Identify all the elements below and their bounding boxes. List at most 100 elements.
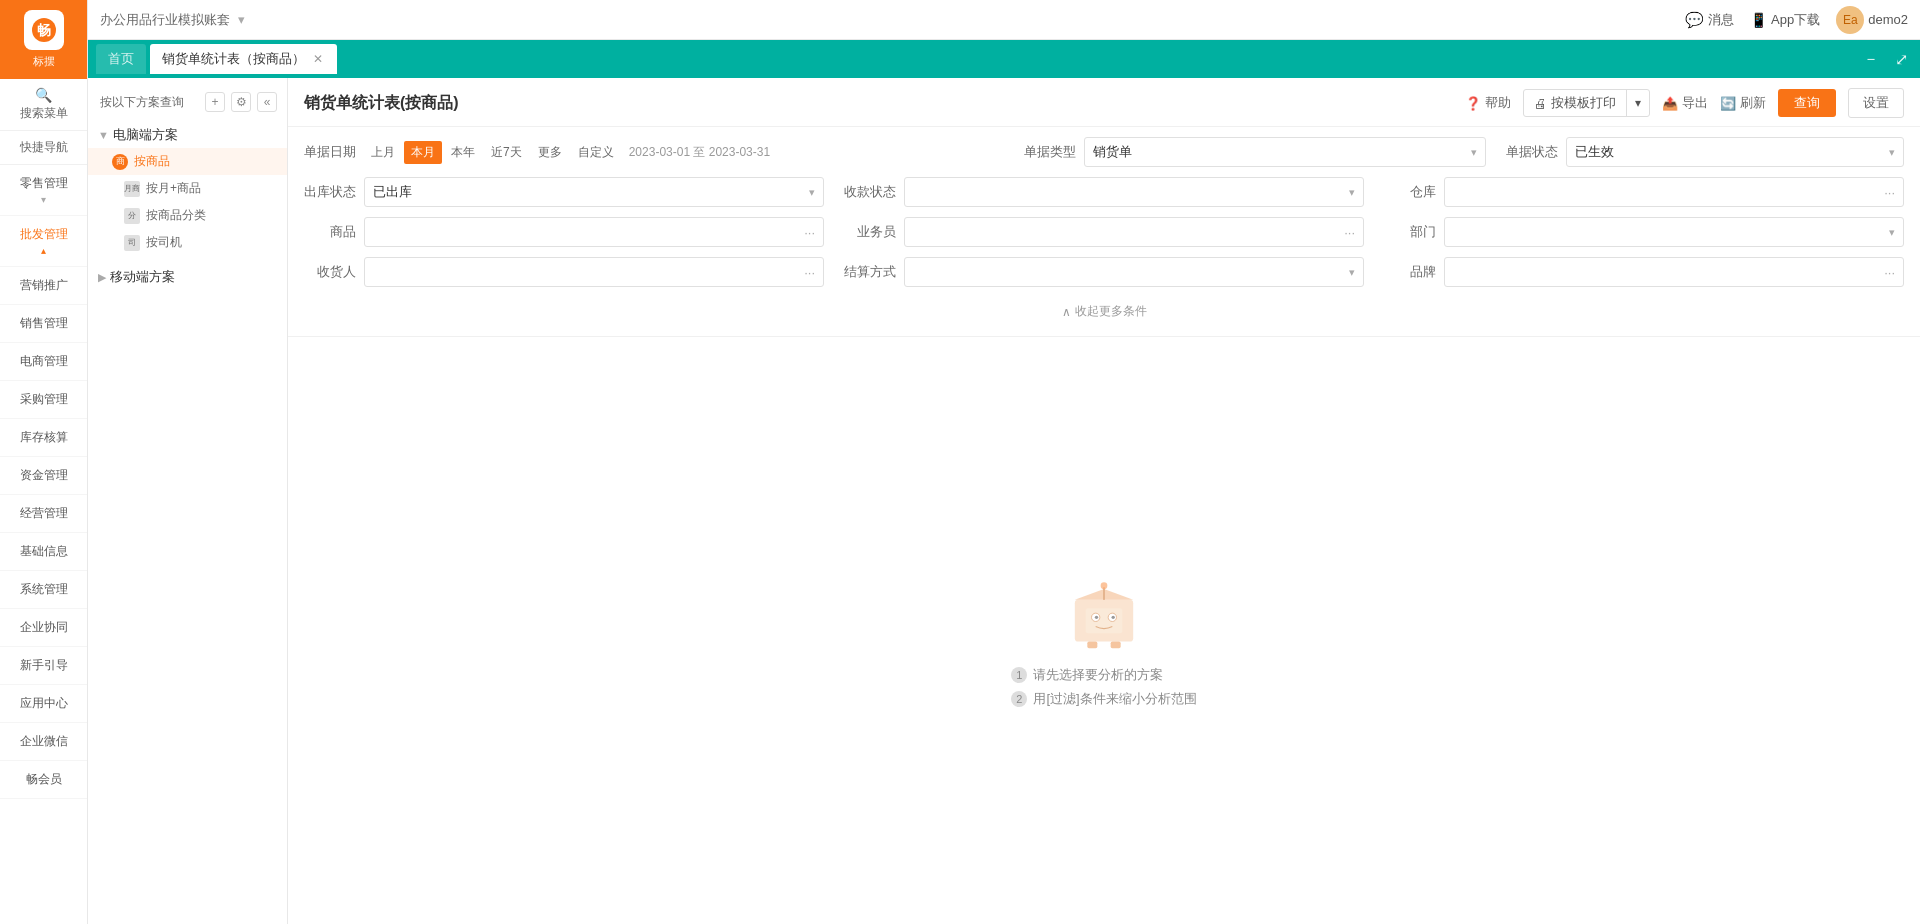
- status-filter[interactable]: 已生效 ▾: [1566, 137, 1904, 167]
- empty-state: 1 请先选择要分析的方案 2 用[过滤]条件来缩小分析范围: [288, 337, 1920, 924]
- add-scheme-button[interactable]: +: [205, 92, 225, 112]
- print-template-group: 🖨 按模板打印 ▾: [1523, 89, 1650, 117]
- goods-filter[interactable]: ···: [364, 217, 824, 247]
- staff-more-icon[interactable]: ···: [1344, 225, 1355, 240]
- search-menu[interactable]: 🔍 搜索菜单: [0, 79, 87, 131]
- logo-area[interactable]: 畅 标摆: [0, 0, 87, 79]
- empty-tip-2: 2 用[过滤]条件来缩小分析范围: [1011, 690, 1196, 708]
- quick-nav[interactable]: 快捷导航: [0, 131, 87, 165]
- tab-bar: 首页 销货单统计表（按商品） ✕ － ⤢: [88, 40, 1920, 78]
- tab-maximize-icon[interactable]: ⤢: [1891, 48, 1912, 71]
- mobile-scheme-section: ▶ 移动端方案: [88, 260, 287, 294]
- sidebar-item-member[interactable]: 畅会员: [0, 761, 87, 799]
- mobile-group-header[interactable]: ▶ 移动端方案: [88, 264, 287, 290]
- scheme-item-by-month-goods[interactable]: 月商 按月+商品: [88, 175, 287, 202]
- dept-filter[interactable]: ▾: [1444, 217, 1904, 247]
- sidebar-item-coop[interactable]: 企业协同: [0, 609, 87, 647]
- scheme-item-by-goods[interactable]: 商 按商品: [88, 148, 287, 175]
- tab-home[interactable]: 首页: [96, 44, 146, 74]
- receiver-filter[interactable]: ···: [364, 257, 824, 287]
- tab-minimize-icon[interactable]: －: [1859, 47, 1883, 72]
- collapse-more-btn[interactable]: ∧ 收起更多条件: [304, 297, 1904, 326]
- print-dropdown-button[interactable]: ▾: [1627, 92, 1649, 114]
- scheme-item-by-goods-cat[interactable]: 分 按商品分类: [88, 202, 287, 229]
- goods-more-icon[interactable]: ···: [804, 225, 815, 240]
- sidebar-item-basic[interactable]: 基础信息: [0, 533, 87, 571]
- receipt-dropdown-icon: ▾: [1349, 186, 1355, 199]
- type-filter[interactable]: 销货单 ▾: [1084, 137, 1486, 167]
- refresh-button[interactable]: 🔄 刷新: [1720, 94, 1766, 112]
- pc-group-header[interactable]: ▼ 电脑端方案: [88, 122, 287, 148]
- sidebar-item-wholesale[interactable]: 批发管理 ▴: [0, 216, 87, 267]
- svg-text:畅: 畅: [37, 22, 51, 38]
- query-button[interactable]: 查询: [1778, 89, 1836, 117]
- sidebar-item-wechat[interactable]: 企业微信: [0, 723, 87, 761]
- sidebar-item-operations[interactable]: 经营管理: [0, 495, 87, 533]
- message-btn[interactable]: 💬 消息: [1685, 11, 1734, 29]
- sidebar-item-marketing[interactable]: 营销推广: [0, 267, 87, 305]
- sidebar-item-inventory[interactable]: 库存核算: [0, 419, 87, 457]
- date-tab-this-month[interactable]: 本月: [404, 141, 442, 164]
- help-button[interactable]: ❓ 帮助: [1465, 94, 1511, 112]
- warehouse-filter[interactable]: ···: [1444, 177, 1904, 207]
- username: demo2: [1868, 12, 1908, 27]
- date-tab-7days[interactable]: 近7天: [484, 141, 529, 164]
- date-tab-this-year[interactable]: 本年: [444, 141, 482, 164]
- content-area: 按以下方案查询 + ⚙ « ▼ 电脑端方案: [88, 78, 1920, 924]
- scheme-icon-cashier: 司: [124, 235, 140, 251]
- logo-icon: 畅: [24, 10, 64, 50]
- right-panel: 销货单统计表(按商品) ❓ 帮助 🖨 按模板打印 ▾ 📤: [288, 78, 1920, 924]
- sidebar-item-guide[interactable]: 新手引导: [0, 647, 87, 685]
- filter-row-1: 单据日期 上月 本月 本年 近7天 更多 自定义 2023-03-01 至 20…: [304, 137, 1904, 167]
- left-panel-header: 按以下方案查询 + ⚙ «: [88, 86, 287, 118]
- receiver-more-icon[interactable]: ···: [804, 265, 815, 280]
- settings-scheme-button[interactable]: ⚙: [231, 92, 251, 112]
- header-right: 💬 消息 📱 App下载 Ea demo2: [1685, 6, 1908, 34]
- scheme-item-by-cashier[interactable]: 司 按司机: [88, 229, 287, 256]
- dropdown-arrow-icon[interactable]: ▾: [238, 12, 245, 27]
- sidebar-item-apps[interactable]: 应用中心: [0, 685, 87, 723]
- brand-filter[interactable]: ···: [1444, 257, 1904, 287]
- sidebar-item-purchase[interactable]: 采购管理: [0, 381, 87, 419]
- empty-illustration: [1054, 554, 1154, 654]
- sidebar-item-retail[interactable]: 零售管理 ▾: [0, 165, 87, 216]
- left-panel-title: 按以下方案查询: [100, 94, 184, 111]
- sidebar-item-system[interactable]: 系统管理: [0, 571, 87, 609]
- staff-filter[interactable]: ···: [904, 217, 1364, 247]
- empty-tips: 1 请先选择要分析的方案 2 用[过滤]条件来缩小分析范围: [1011, 666, 1196, 708]
- svg-rect-13: [1111, 641, 1121, 648]
- export-button[interactable]: 📤 导出: [1662, 94, 1708, 112]
- export-icon: 📤: [1662, 96, 1678, 111]
- receipt-label: 收款状态: [844, 183, 896, 201]
- date-tab-last-month[interactable]: 上月: [364, 141, 402, 164]
- avatar: Ea: [1836, 6, 1864, 34]
- date-tab-more[interactable]: 更多: [531, 141, 569, 164]
- settings-button[interactable]: 设置: [1848, 88, 1904, 118]
- app-download-btn[interactable]: 📱 App下载: [1750, 11, 1820, 29]
- left-panel-tools: + ⚙ «: [205, 92, 277, 112]
- date-tabs: 上月 本月 本年 近7天 更多 自定义: [364, 141, 621, 164]
- print-template-button[interactable]: 🖨 按模板打印: [1524, 90, 1627, 116]
- receipt-filter[interactable]: ▾: [904, 177, 1364, 207]
- date-label: 单据日期: [304, 143, 356, 161]
- collapse-panel-button[interactable]: «: [257, 92, 277, 112]
- type-value: 销货单: [1093, 143, 1463, 161]
- warehouse-more-icon[interactable]: ···: [1884, 185, 1895, 200]
- page-title: 销货单统计表(按商品): [304, 93, 459, 114]
- tab-bar-right: － ⤢: [1859, 47, 1912, 72]
- svg-point-9: [1112, 615, 1115, 618]
- status-dropdown-icon: ▾: [1889, 146, 1895, 159]
- payment-filter[interactable]: ▾: [904, 257, 1364, 287]
- date-tab-custom[interactable]: 自定义: [571, 141, 621, 164]
- sidebar-item-finance[interactable]: 资金管理: [0, 457, 87, 495]
- payment-dropdown-icon: ▾: [1349, 266, 1355, 279]
- brand-more-icon[interactable]: ···: [1884, 265, 1895, 280]
- sidebar-item-sales[interactable]: 销售管理: [0, 305, 87, 343]
- sidebar-item-ecommerce[interactable]: 电商管理: [0, 343, 87, 381]
- out-filter[interactable]: 已出库 ▾: [364, 177, 824, 207]
- user-profile[interactable]: Ea demo2: [1836, 6, 1908, 34]
- tab-sales-stat[interactable]: 销货单统计表（按商品） ✕: [150, 44, 337, 74]
- industry-label: 办公用品行业模拟账套: [100, 11, 230, 29]
- filter-area: 单据日期 上月 本月 本年 近7天 更多 自定义 2023-03-01 至 20…: [288, 127, 1920, 337]
- tab-close-icon[interactable]: ✕: [311, 52, 325, 66]
